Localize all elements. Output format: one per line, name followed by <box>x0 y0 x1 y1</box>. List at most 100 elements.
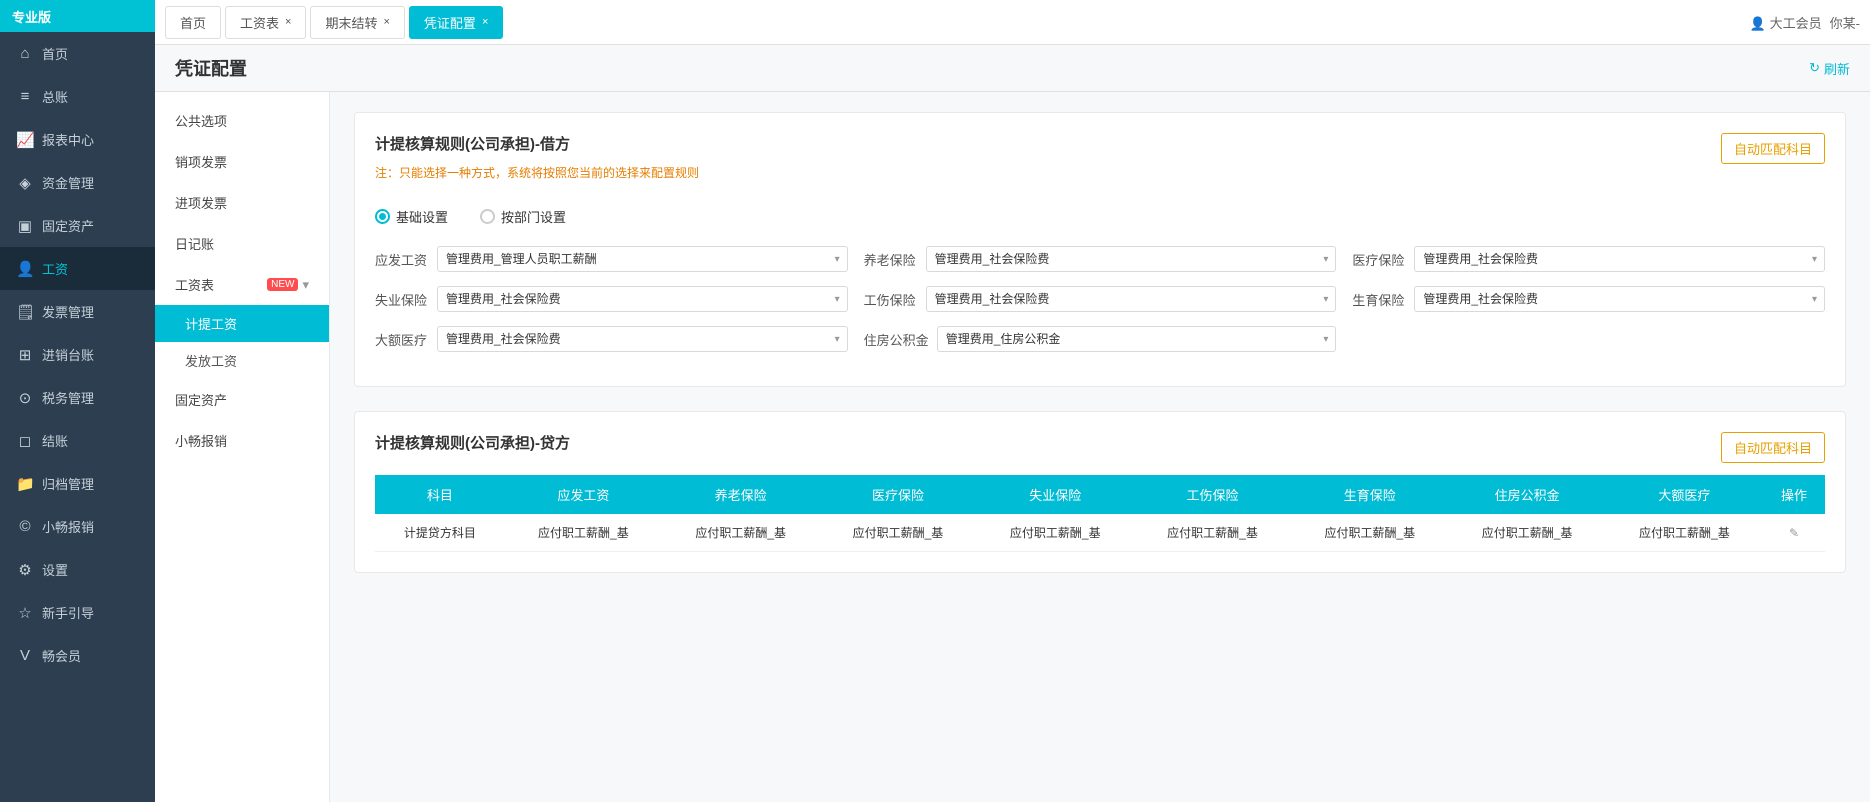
debit-select-pension[interactable]: 管理费用_社会保险费 <box>926 246 1337 272</box>
edit-icon[interactable]: ✎ <box>1789 526 1799 540</box>
cell-housing: 应付职工薪酬_基 <box>1448 514 1605 552</box>
tab-bar: 首页 工资表 × 期末结转 × 凭证配置 × 👤 大工会员 你某- <box>155 0 1870 45</box>
radio-by-dept-label: 按部门设置 <box>501 207 566 226</box>
sidebar-item-fund[interactable]: ◈ 资金管理 <box>0 161 155 204</box>
debit-label-medical: 医疗保险 <box>1352 250 1406 269</box>
ledger-icon: ≡ <box>16 88 34 105</box>
sidebar-item-label: 报表中心 <box>42 130 94 149</box>
debit-section-title-block: 计提核算规则(公司承担)-借方 注：只能选择一种方式，系统将按照您当前的选择来配… <box>375 133 699 195</box>
tab-home[interactable]: 首页 <box>165 6 221 39</box>
tab-salary-table-close[interactable]: × <box>285 16 291 28</box>
sidebar-item-label: 小畅报销 <box>42 517 94 536</box>
main-area: 首页 工资表 × 期末结转 × 凭证配置 × 👤 大工会员 你某- 凭证配置 ↻… <box>155 0 1870 802</box>
credit-auto-match-button[interactable]: 自动匹配科目 <box>1721 432 1825 463</box>
col-subject: 科目 <box>375 475 505 514</box>
sidebar-item-newbie[interactable]: ☆ 新手引导 <box>0 591 155 634</box>
sidebar-item-label: 固定资产 <box>42 216 94 235</box>
main-content: 计提核算规则(公司承担)-借方 注：只能选择一种方式，系统将按照您当前的选择来配… <box>330 92 1870 802</box>
report-icon: 📈 <box>16 131 34 149</box>
sidebar-item-stock[interactable]: ⊞ 进销台账 <box>0 333 155 376</box>
radio-basic[interactable]: 基础设置 <box>375 207 448 226</box>
radio-basic-dot[interactable] <box>375 209 390 224</box>
debit-field-pension: 养老保险 管理费用_社会保险费 ▾ <box>864 246 1337 272</box>
debit-select-injury[interactable]: 管理费用_社会保险费 <box>926 286 1337 312</box>
tab-voucher-config-label: 凭证配置 <box>424 13 476 32</box>
tab-period-close[interactable]: 期末结转 × <box>310 6 404 39</box>
debit-select-major-medical[interactable]: 管理费用_社会保险费 <box>437 326 848 352</box>
left-nav-cancel-invoice[interactable]: 销项发票 <box>155 141 329 182</box>
debit-select-maternity[interactable]: 管理费用_社会保险费 <box>1414 286 1825 312</box>
radio-by-dept-dot[interactable] <box>480 209 495 224</box>
debit-form-row-3: 大额医疗 管理费用_社会保险费 ▾ 住房公积金 管理费用_住房公积金 <box>375 326 1825 352</box>
left-nav-public-options[interactable]: 公共选项 <box>155 100 329 141</box>
tab-home-label: 首页 <box>180 13 206 32</box>
page-header: 凭证配置 ↻ 刷新 <box>155 45 1870 92</box>
debit-field-housing: 住房公积金 管理费用_住房公积金 ▾ <box>864 326 1337 352</box>
sidebar-item-report[interactable]: 📈 报表中心 <box>0 118 155 161</box>
close-account-icon: ◻ <box>16 432 34 450</box>
left-nav: 公共选项 销项发票 进项发票 日记账 工资表 NEW ▾ 计提工资 <box>155 92 330 802</box>
fund-icon: ◈ <box>16 174 34 192</box>
tab-salary-table[interactable]: 工资表 × <box>225 6 306 39</box>
sidebar-item-close[interactable]: ◻ 结账 <box>0 419 155 462</box>
credit-section: 计提核算规则(公司承担)-贷方 自动匹配科目 科目 应发工资 养老保险 医疗保险… <box>354 411 1846 573</box>
debit-section-note: 注：只能选择一种方式，系统将按照您当前的选择来配置规则 <box>375 164 699 181</box>
col-injury: 工伤保险 <box>1134 475 1291 514</box>
sidebar-item-label: 新手引导 <box>42 603 94 622</box>
table-row: 计提贷方科目 应付职工薪酬_基 应付职工薪酬_基 应付职工薪酬_基 应付职工薪酬… <box>375 514 1825 552</box>
col-unemployment: 失业保险 <box>977 475 1134 514</box>
cell-salary: 应付职工薪酬_基 <box>505 514 662 552</box>
sidebar-item-asset[interactable]: ▣ 固定资产 <box>0 204 155 247</box>
credit-section-title: 计提核算规则(公司承担)-贷方 <box>375 432 570 453</box>
debit-select-salary[interactable]: 管理费用_管理人员职工薪酬 <box>437 246 848 272</box>
debit-label-pension: 养老保险 <box>864 250 918 269</box>
sidebar-item-archive[interactable]: 📁 归档管理 <box>0 462 155 505</box>
sidebar-item-member[interactable]: V 畅会员 <box>0 634 155 677</box>
sidebar-item-home[interactable]: ⌂ 首页 <box>0 32 155 75</box>
sidebar-item-tax[interactable]: ⊙ 税务管理 <box>0 376 155 419</box>
page-title: 凭证配置 <box>175 55 247 81</box>
sidebar-item-salary[interactable]: 👤 工资 <box>0 247 155 290</box>
left-nav-calc-salary[interactable]: 计提工资 <box>155 305 329 342</box>
debit-select-housing[interactable]: 管理费用_住房公积金 <box>937 326 1337 352</box>
debit-select-unemployment[interactable]: 管理费用_社会保险费 <box>437 286 848 312</box>
app-logo: 专业版 <box>0 0 155 32</box>
left-nav-xiaochang-report[interactable]: 小畅报销 <box>155 420 329 461</box>
cell-action[interactable]: ✎ <box>1763 514 1825 552</box>
debit-select-medical[interactable]: 管理费用_社会保险费 <box>1414 246 1825 272</box>
tab-voucher-config-close[interactable]: × <box>482 16 488 28</box>
left-nav-fixed-asset[interactable]: 固定资产 <box>155 379 329 420</box>
cell-major-medical: 应付职工薪酬_基 <box>1606 514 1763 552</box>
sidebar-item-label: 归档管理 <box>42 474 94 493</box>
tab-period-close-close[interactable]: × <box>383 16 389 28</box>
left-nav-pay-salary[interactable]: 发放工资 <box>155 342 329 379</box>
left-nav-journal[interactable]: 日记账 <box>155 223 329 264</box>
newbie-icon: ☆ <box>16 604 34 622</box>
sidebar-item-xiaochang[interactable]: © 小畅报销 <box>0 505 155 548</box>
invoice-mgmt-icon: 🗒 <box>16 303 34 321</box>
debit-auto-match-button[interactable]: 自动匹配科目 <box>1721 133 1825 164</box>
sidebar-item-ledger[interactable]: ≡ 总账 <box>0 75 155 118</box>
content-wrap: 公共选项 销项发票 进项发票 日记账 工资表 NEW ▾ 计提工资 <box>155 92 1870 802</box>
sidebar-item-label: 工资 <box>42 259 68 278</box>
left-nav-input-invoice[interactable]: 进项发票 <box>155 182 329 223</box>
tab-voucher-config[interactable]: 凭证配置 × <box>409 6 503 39</box>
member-icon: V <box>16 647 34 664</box>
home-icon: ⌂ <box>16 45 34 62</box>
refresh-button[interactable]: ↻ 刷新 <box>1809 59 1850 78</box>
sidebar: 专业版 ⌂ 首页 ≡ 总账 📈 报表中心 ◈ 资金管理 ▣ 固定资产 👤 工资 … <box>0 0 155 802</box>
debit-label-salary: 应发工资 <box>375 250 429 269</box>
debit-field-unemployment: 失业保险 管理费用_社会保险费 ▾ <box>375 286 848 312</box>
col-maternity: 生育保险 <box>1291 475 1448 514</box>
left-nav-salary-table[interactable]: 工资表 NEW ▾ <box>155 264 329 305</box>
radio-by-dept[interactable]: 按部门设置 <box>480 207 566 226</box>
credit-table-header-row: 科目 应发工资 养老保险 医疗保险 失业保险 工伤保险 生育保险 住房公积金 大… <box>375 475 1825 514</box>
xiaochang-icon: © <box>16 518 34 535</box>
debit-section: 计提核算规则(公司承担)-借方 注：只能选择一种方式，系统将按照您当前的选择来配… <box>354 112 1846 387</box>
sidebar-item-settings[interactable]: ⚙ 设置 <box>0 548 155 591</box>
col-salary: 应发工资 <box>505 475 662 514</box>
sidebar-item-label: 结账 <box>42 431 68 450</box>
sidebar-item-invoice-mgmt[interactable]: 🗒 发票管理 <box>0 290 155 333</box>
radio-basic-label: 基础设置 <box>396 207 448 226</box>
debit-form-row-1: 应发工资 管理费用_管理人员职工薪酬 ▾ 养老保险 管理费用_社会保险费 <box>375 246 1825 272</box>
